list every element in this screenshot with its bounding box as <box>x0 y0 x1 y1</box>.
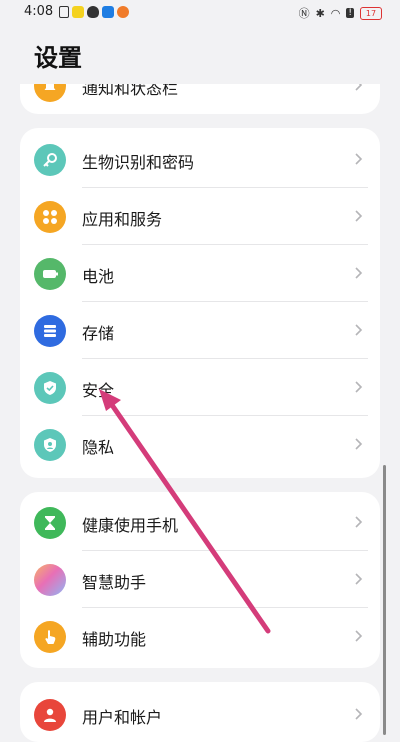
annotation-arrow <box>99 389 271 634</box>
